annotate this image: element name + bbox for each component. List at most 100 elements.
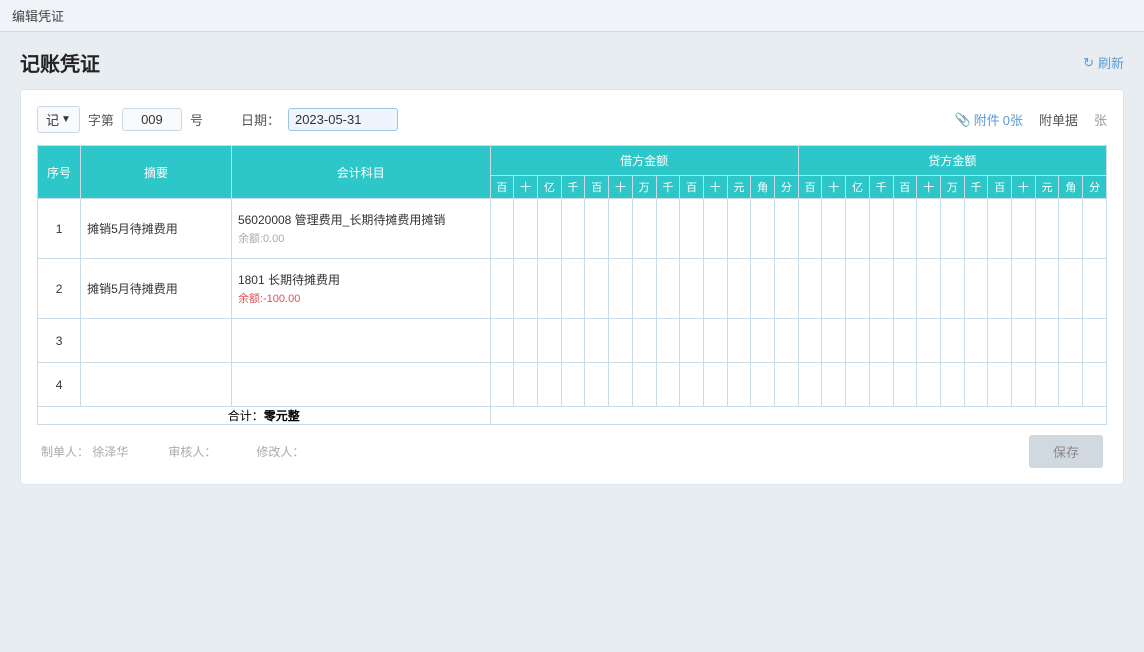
credit-digit-cell[interactable] bbox=[988, 259, 1012, 319]
credit-digit-cell[interactable] bbox=[940, 259, 964, 319]
debit-digit-cell[interactable] bbox=[656, 199, 680, 259]
debit-digit-cell[interactable] bbox=[656, 319, 680, 363]
debit-digit-cell[interactable] bbox=[727, 363, 751, 407]
debit-digit-cell[interactable] bbox=[656, 363, 680, 407]
credit-digit-cell[interactable] bbox=[1059, 199, 1083, 259]
debit-digit-cell[interactable] bbox=[537, 259, 561, 319]
credit-digit-cell[interactable] bbox=[846, 363, 870, 407]
debit-digit-cell[interactable] bbox=[490, 259, 514, 319]
debit-digit-cell[interactable] bbox=[609, 319, 633, 363]
credit-digit-cell[interactable] bbox=[917, 363, 941, 407]
debit-digit-cell[interactable] bbox=[775, 319, 799, 363]
account-cell[interactable] bbox=[231, 363, 490, 407]
credit-digit-cell[interactable] bbox=[964, 199, 988, 259]
debit-digit-cell[interactable] bbox=[609, 363, 633, 407]
table-row[interactable]: 1摊销5月待摊费用56020008 管理费用_长期待摊费用摊销余额:0.00 bbox=[38, 199, 1107, 259]
credit-digit-cell[interactable] bbox=[1083, 199, 1107, 259]
debit-digit-cell[interactable] bbox=[561, 199, 585, 259]
debit-digit-cell[interactable] bbox=[751, 259, 775, 319]
credit-digit-cell[interactable] bbox=[1083, 363, 1107, 407]
credit-digit-cell[interactable] bbox=[798, 199, 822, 259]
credit-digit-cell[interactable] bbox=[798, 319, 822, 363]
debit-digit-cell[interactable] bbox=[585, 363, 609, 407]
debit-digit-cell[interactable] bbox=[609, 259, 633, 319]
account-cell[interactable] bbox=[231, 319, 490, 363]
save-button[interactable]: 保存 bbox=[1029, 435, 1103, 468]
credit-digit-cell[interactable] bbox=[1083, 319, 1107, 363]
debit-digit-cell[interactable] bbox=[680, 319, 704, 363]
credit-digit-cell[interactable] bbox=[1035, 199, 1059, 259]
credit-digit-cell[interactable] bbox=[1059, 319, 1083, 363]
credit-digit-cell[interactable] bbox=[940, 363, 964, 407]
credit-digit-cell[interactable] bbox=[964, 259, 988, 319]
credit-digit-cell[interactable] bbox=[893, 319, 917, 363]
debit-digit-cell[interactable] bbox=[775, 363, 799, 407]
debit-digit-cell[interactable] bbox=[632, 259, 656, 319]
zi-number-input[interactable] bbox=[122, 108, 182, 131]
credit-digit-cell[interactable] bbox=[988, 363, 1012, 407]
credit-digit-cell[interactable] bbox=[869, 199, 893, 259]
credit-digit-cell[interactable] bbox=[940, 319, 964, 363]
credit-digit-cell[interactable] bbox=[846, 199, 870, 259]
debit-digit-cell[interactable] bbox=[680, 363, 704, 407]
summary-cell[interactable]: 摊销5月待摊费用 bbox=[81, 259, 232, 319]
debit-digit-cell[interactable] bbox=[490, 363, 514, 407]
debit-digit-cell[interactable] bbox=[537, 319, 561, 363]
debit-digit-cell[interactable] bbox=[561, 363, 585, 407]
credit-digit-cell[interactable] bbox=[1035, 259, 1059, 319]
debit-digit-cell[interactable] bbox=[727, 319, 751, 363]
credit-digit-cell[interactable] bbox=[869, 259, 893, 319]
table-row[interactable]: 4 bbox=[38, 363, 1107, 407]
credit-digit-cell[interactable] bbox=[1012, 199, 1036, 259]
credit-digit-cell[interactable] bbox=[1083, 259, 1107, 319]
credit-digit-cell[interactable] bbox=[964, 319, 988, 363]
credit-digit-cell[interactable] bbox=[846, 319, 870, 363]
credit-digit-cell[interactable] bbox=[1012, 319, 1036, 363]
credit-digit-cell[interactable] bbox=[988, 199, 1012, 259]
debit-digit-cell[interactable] bbox=[656, 259, 680, 319]
credit-digit-cell[interactable] bbox=[917, 319, 941, 363]
credit-digit-cell[interactable] bbox=[964, 363, 988, 407]
debit-digit-cell[interactable] bbox=[514, 199, 538, 259]
date-input[interactable] bbox=[288, 108, 398, 131]
summary-cell[interactable] bbox=[81, 363, 232, 407]
credit-digit-cell[interactable] bbox=[893, 199, 917, 259]
credit-digit-cell[interactable] bbox=[846, 259, 870, 319]
debit-digit-cell[interactable] bbox=[609, 199, 633, 259]
credit-digit-cell[interactable] bbox=[798, 259, 822, 319]
debit-digit-cell[interactable] bbox=[703, 259, 727, 319]
debit-digit-cell[interactable] bbox=[680, 259, 704, 319]
credit-digit-cell[interactable] bbox=[893, 363, 917, 407]
debit-digit-cell[interactable] bbox=[751, 319, 775, 363]
debit-digit-cell[interactable] bbox=[775, 259, 799, 319]
summary-cell[interactable]: 摊销5月待摊费用 bbox=[81, 199, 232, 259]
credit-digit-cell[interactable] bbox=[798, 363, 822, 407]
credit-digit-cell[interactable] bbox=[917, 259, 941, 319]
credit-digit-cell[interactable] bbox=[1035, 363, 1059, 407]
debit-digit-cell[interactable] bbox=[514, 319, 538, 363]
credit-digit-cell[interactable] bbox=[893, 259, 917, 319]
credit-digit-cell[interactable] bbox=[940, 199, 964, 259]
credit-digit-cell[interactable] bbox=[822, 199, 846, 259]
credit-digit-cell[interactable] bbox=[917, 199, 941, 259]
debit-digit-cell[interactable] bbox=[632, 199, 656, 259]
debit-digit-cell[interactable] bbox=[561, 319, 585, 363]
debit-digit-cell[interactable] bbox=[703, 319, 727, 363]
debit-digit-cell[interactable] bbox=[585, 199, 609, 259]
credit-digit-cell[interactable] bbox=[1035, 319, 1059, 363]
debit-digit-cell[interactable] bbox=[632, 319, 656, 363]
credit-digit-cell[interactable] bbox=[822, 259, 846, 319]
credit-digit-cell[interactable] bbox=[1012, 259, 1036, 319]
debit-digit-cell[interactable] bbox=[751, 363, 775, 407]
credit-digit-cell[interactable] bbox=[869, 319, 893, 363]
debit-digit-cell[interactable] bbox=[561, 259, 585, 319]
debit-digit-cell[interactable] bbox=[490, 199, 514, 259]
debit-digit-cell[interactable] bbox=[585, 259, 609, 319]
debit-digit-cell[interactable] bbox=[703, 199, 727, 259]
debit-digit-cell[interactable] bbox=[632, 363, 656, 407]
credit-digit-cell[interactable] bbox=[1059, 259, 1083, 319]
credit-digit-cell[interactable] bbox=[822, 319, 846, 363]
credit-digit-cell[interactable] bbox=[988, 319, 1012, 363]
debit-digit-cell[interactable] bbox=[537, 199, 561, 259]
table-row[interactable]: 2摊销5月待摊费用1801 长期待摊费用余额:-100.00 bbox=[38, 259, 1107, 319]
